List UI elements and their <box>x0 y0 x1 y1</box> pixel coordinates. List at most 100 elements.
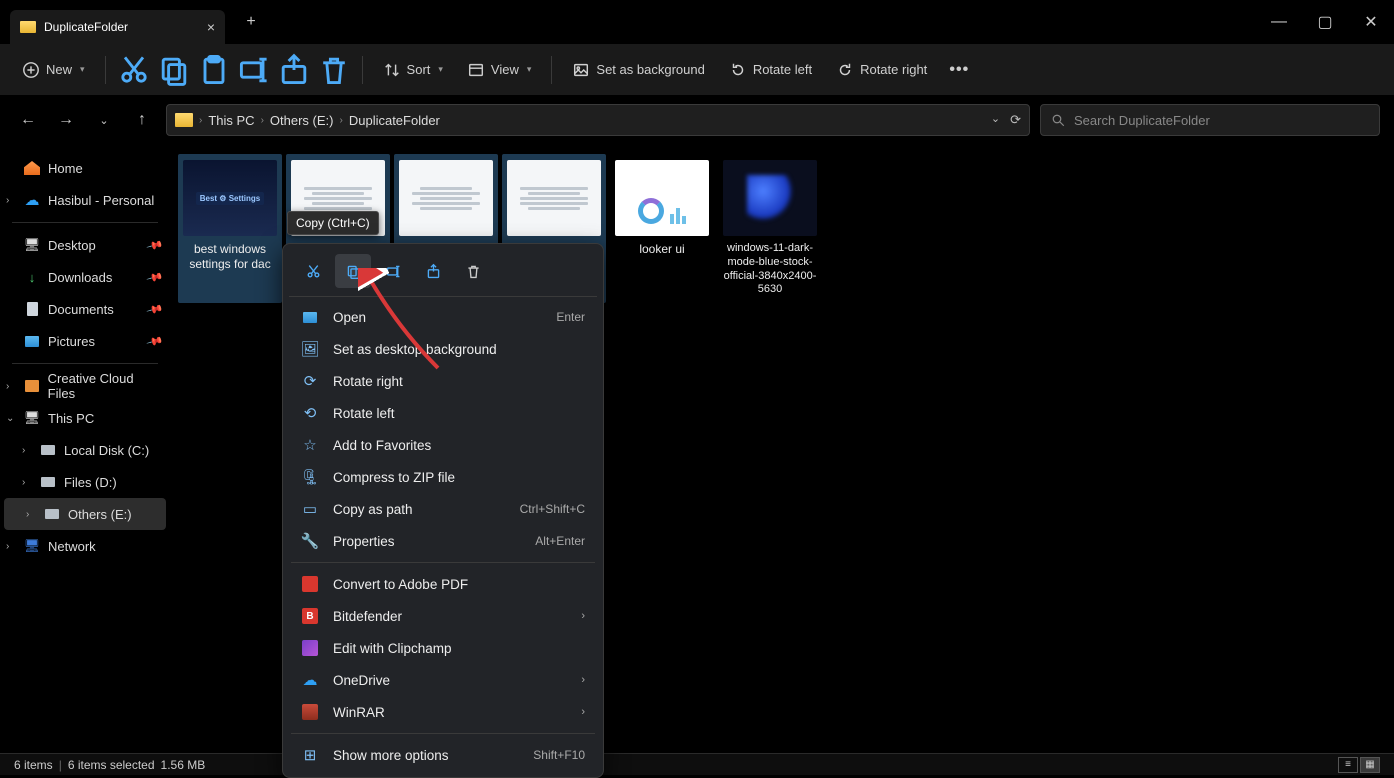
crumb-drive[interactable]: Others (E:) <box>270 113 334 128</box>
cm-share-button[interactable] <box>415 254 451 288</box>
rename-icon <box>236 52 272 88</box>
share-icon <box>425 263 442 280</box>
cm-compress-zip[interactable]: 🗜Compress to ZIP file <box>289 461 597 493</box>
pin-icon: 📌 <box>146 268 164 286</box>
file-item[interactable]: windows-11-dark-mode-blue-stock-official… <box>718 154 822 303</box>
sidebar-network[interactable]: ›Network <box>0 530 170 562</box>
sidebar-this-pc[interactable]: ⌄This PC <box>0 402 170 434</box>
maximize-button[interactable]: ▢ <box>1302 0 1348 44</box>
sidebar-local-c[interactable]: ›Local Disk (C:) <box>0 434 170 466</box>
rotate-left-icon: ⟲ <box>301 404 319 422</box>
crumb-folder[interactable]: DuplicateFolder <box>349 113 440 128</box>
file-name: windows-11-dark-mode-blue-stock-official… <box>720 242 820 297</box>
toolbar: New▾ Sort▾ View▾ Set as background Rotat… <box>0 44 1394 96</box>
cm-winrar[interactable]: WinRAR› <box>289 696 597 728</box>
delete-button[interactable] <box>316 52 352 88</box>
picture-icon: 🖼 <box>301 340 319 358</box>
set-background-button[interactable]: Set as background <box>562 55 714 85</box>
crumb-root[interactable]: This PC <box>208 113 254 128</box>
address-bar: ← → ⌄ ↑ › This PC › Others (E:) › Duplic… <box>0 96 1394 144</box>
recent-button[interactable]: ⌄ <box>90 106 118 134</box>
statusbar: 6 items | 6 items selected 1.56 MB ≡ ▦ <box>0 753 1394 775</box>
cm-rotate-right[interactable]: ⟳Rotate right <box>289 365 597 397</box>
cm-rotate-left[interactable]: ⟲Rotate left <box>289 397 597 429</box>
more-actions-button[interactable]: ••• <box>941 52 977 88</box>
breadcrumb[interactable]: › This PC › Others (E:) › DuplicateFolde… <box>166 104 1030 136</box>
close-window-button[interactable]: ✕ <box>1348 0 1394 44</box>
context-menu: OpenEnter 🖼Set as desktop background ⟳Ro… <box>282 243 604 778</box>
thispc-icon <box>24 410 40 426</box>
cm-properties[interactable]: 🔧PropertiesAlt+Enter <box>289 525 597 557</box>
new-tab-button[interactable]: + <box>237 8 265 36</box>
sort-button[interactable]: Sort▾ <box>373 55 453 85</box>
path-icon: ▭ <box>301 500 319 518</box>
view-button[interactable]: View▾ <box>457 55 541 85</box>
rename-button[interactable] <box>236 52 272 88</box>
sidebar-creative-cloud[interactable]: ›Creative Cloud Files <box>0 370 170 402</box>
image-icon <box>303 312 317 323</box>
cm-copy-button[interactable] <box>335 254 371 288</box>
back-button[interactable]: ← <box>14 106 42 134</box>
share-button[interactable] <box>276 52 312 88</box>
selected-count: 6 items selected <box>68 758 155 772</box>
thumbnail <box>507 160 601 236</box>
cm-cut-button[interactable] <box>295 254 331 288</box>
tab-title: DuplicateFolder <box>44 20 199 34</box>
cm-bitdefender[interactable]: BBitdefender› <box>289 600 597 632</box>
pin-icon: 📌 <box>146 332 164 350</box>
disk-icon <box>41 477 55 487</box>
file-item[interactable]: looker ui <box>610 154 714 303</box>
rotate-right-button[interactable]: Rotate right <box>826 55 937 85</box>
thumbnails-view-button[interactable]: ▦ <box>1360 757 1380 773</box>
rotate-left-button[interactable]: Rotate left <box>719 55 822 85</box>
minimize-button[interactable]: — <box>1256 0 1302 44</box>
cm-set-desktop-bg[interactable]: 🖼Set as desktop background <box>289 333 597 365</box>
copy-icon <box>345 263 362 280</box>
sidebar-others-e[interactable]: ›Others (E:) <box>4 498 166 530</box>
up-button[interactable]: ↑ <box>128 106 156 134</box>
close-tab-icon[interactable]: × <box>207 19 215 35</box>
scissors-icon <box>305 263 322 280</box>
share-icon <box>276 52 312 88</box>
tooltip: Copy (Ctrl+C) <box>287 211 379 235</box>
file-item[interactable]: best windows settings for dac <box>178 154 282 303</box>
thumbnail <box>183 160 277 236</box>
new-button[interactable]: New▾ <box>12 55 95 85</box>
cm-copy-path[interactable]: ▭Copy as pathCtrl+Shift+C <box>289 493 597 525</box>
refresh-icon[interactable]: ⟳ <box>1010 112 1021 128</box>
cloud-icon <box>24 192 40 208</box>
forward-button[interactable]: → <box>52 106 80 134</box>
desktop-icon <box>24 237 40 253</box>
copy-button[interactable] <box>156 52 192 88</box>
cm-open[interactable]: OpenEnter <box>289 301 597 333</box>
sidebar-personal[interactable]: ›Hasibul - Personal <box>0 184 170 216</box>
sidebar-home[interactable]: Home <box>0 152 170 184</box>
sidebar-pictures[interactable]: Pictures📌 <box>0 325 170 357</box>
pin-icon: 📌 <box>146 300 164 318</box>
cm-delete-button[interactable] <box>455 254 491 288</box>
sidebar-files-d[interactable]: ›Files (D:) <box>0 466 170 498</box>
document-icon <box>27 302 38 316</box>
thumbnail <box>399 160 493 236</box>
search-input[interactable]: Search DuplicateFolder <box>1040 104 1380 136</box>
cm-rename-button[interactable] <box>375 254 411 288</box>
history-dropdown-icon[interactable]: ⌄ <box>991 112 1000 128</box>
details-view-button[interactable]: ≡ <box>1338 757 1358 773</box>
cm-clipchamp[interactable]: Edit with Clipchamp <box>289 632 597 664</box>
cut-button[interactable] <box>116 52 152 88</box>
disk-icon <box>45 509 59 519</box>
window-tab[interactable]: DuplicateFolder × <box>10 10 225 44</box>
cm-favorites[interactable]: ☆Add to Favorites <box>289 429 597 461</box>
cm-onedrive[interactable]: OneDrive› <box>289 664 597 696</box>
sidebar-desktop[interactable]: Desktop📌 <box>0 229 170 261</box>
paste-button[interactable] <box>196 52 232 88</box>
cm-convert-pdf[interactable]: Convert to Adobe PDF <box>289 568 597 600</box>
sidebar-downloads[interactable]: Downloads📌 <box>0 261 170 293</box>
bitdefender-icon: B <box>302 608 318 624</box>
pin-icon: 📌 <box>146 236 164 254</box>
clipboard-icon <box>196 52 232 88</box>
item-count: 6 items <box>14 758 53 772</box>
sidebar-documents[interactable]: Documents📌 <box>0 293 170 325</box>
adobe-icon <box>302 576 318 592</box>
cm-show-more[interactable]: ⊞Show more optionsShift+F10 <box>289 739 597 771</box>
